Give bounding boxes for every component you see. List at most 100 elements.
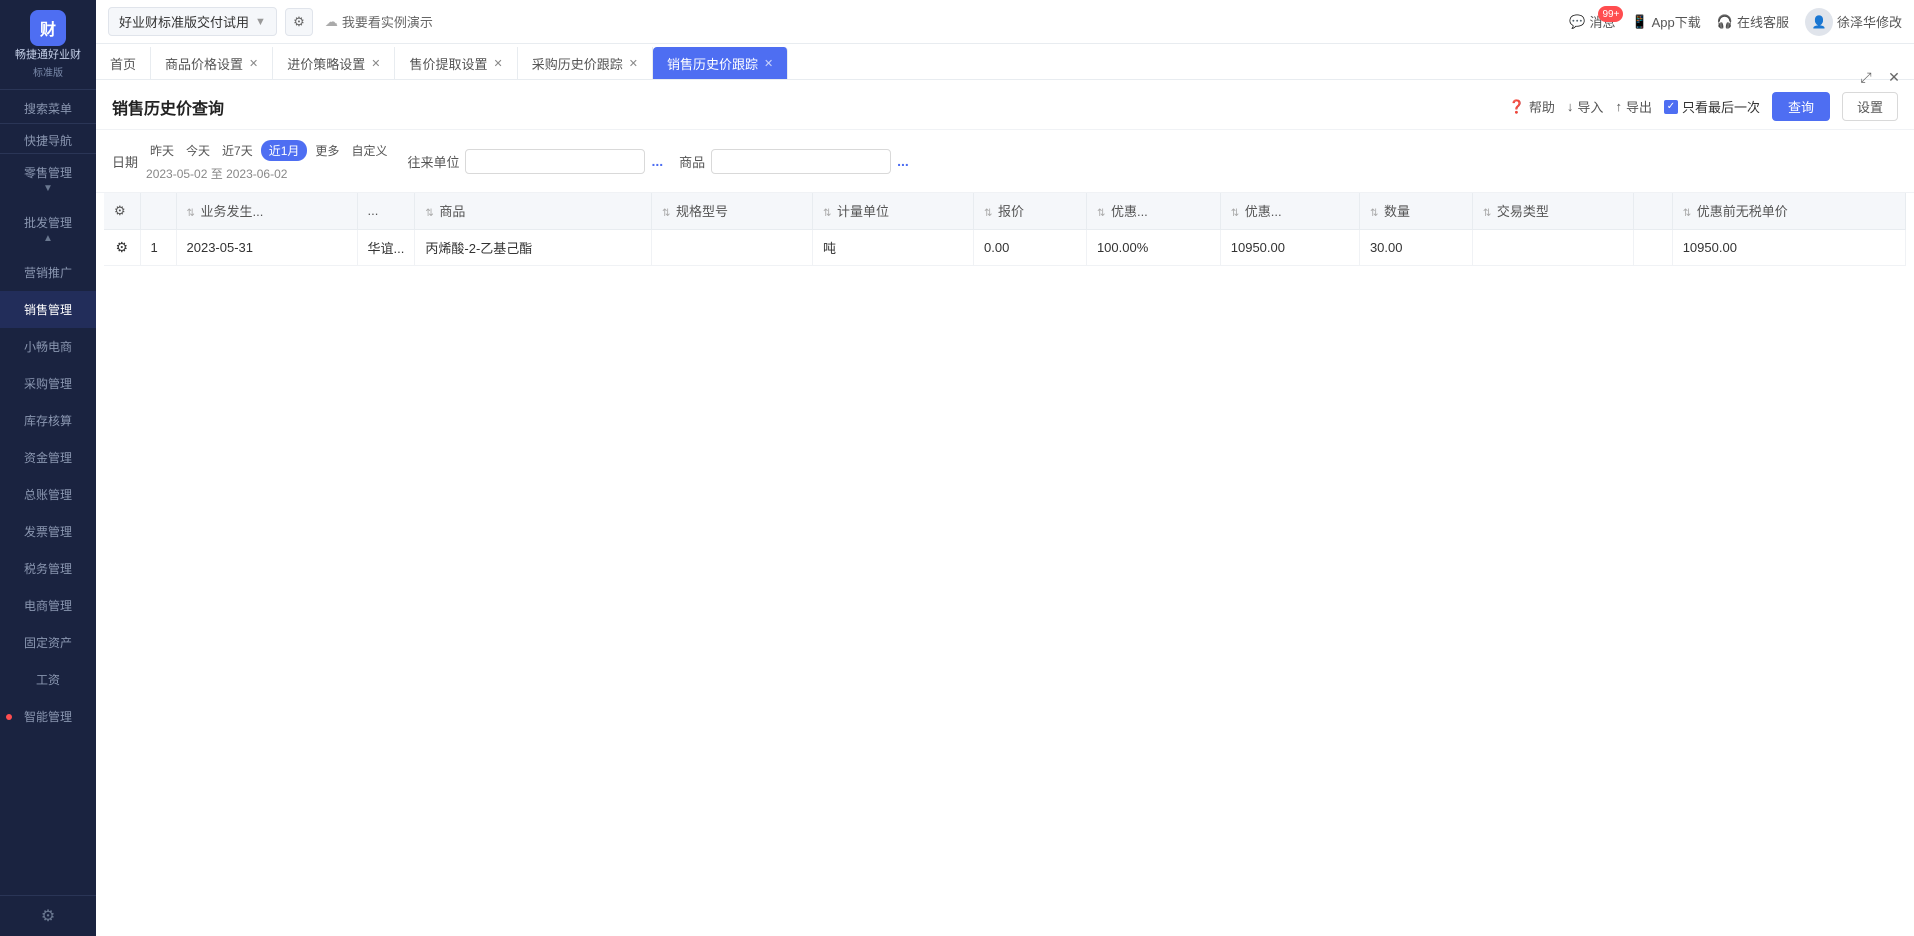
date-filter-group: 日期 昨天 今天 近7天 近1月 更多 自定义 2023-05-02 至 202… bbox=[112, 140, 391, 182]
col-date[interactable]: ⇅ 业务发生... bbox=[176, 193, 357, 229]
source-dots-button[interactable]: ... bbox=[651, 153, 663, 169]
col-spec[interactable]: ⇅ 规格型号 bbox=[652, 193, 813, 229]
export-icon: ↑ bbox=[1615, 99, 1622, 114]
export-button[interactable]: ↑ 导出 bbox=[1615, 97, 1652, 116]
col-trans-type[interactable]: ⇅ 交易类型 bbox=[1472, 193, 1633, 229]
user-name: 徐泽华修改 bbox=[1837, 12, 1902, 31]
online-service-button[interactable]: 🎧 在线客服 bbox=[1717, 12, 1789, 31]
row-discount-rate: 100.00% bbox=[1086, 229, 1220, 265]
sidebar-item-tax[interactable]: 税务管理 bbox=[0, 550, 96, 587]
sort-icon: ⇅ bbox=[425, 208, 433, 219]
col-discount-amt-label: 优惠... bbox=[1245, 204, 1282, 219]
sidebar-item-label: 固定资产 bbox=[24, 634, 72, 651]
sidebar-item-marketing[interactable]: 营销推广 bbox=[0, 254, 96, 291]
date-option-custom[interactable]: 自定义 bbox=[347, 140, 391, 161]
col-quantity[interactable]: ⇅ 数量 bbox=[1359, 193, 1472, 229]
close-icon[interactable]: ✕ bbox=[764, 57, 773, 70]
import-icon: ↓ bbox=[1567, 99, 1574, 114]
sidebar-item-label: 采购管理 bbox=[24, 375, 72, 392]
tab-home[interactable]: 首页 bbox=[96, 47, 151, 79]
play-icon: ☁ bbox=[325, 14, 338, 30]
sidebar-item-smart[interactable]: 智能管理 bbox=[0, 698, 96, 735]
tab-product-price[interactable]: 商品价格设置 ✕ bbox=[151, 47, 273, 79]
row-price: 0.00 bbox=[974, 229, 1087, 265]
sidebar-item-label: 销售管理 bbox=[24, 301, 72, 318]
import-button[interactable]: ↓ 导入 bbox=[1567, 97, 1604, 116]
tab-sales-history[interactable]: 销售历史价跟踪 ✕ bbox=[653, 47, 788, 79]
col-unit[interactable]: ⇅ 计量单位 bbox=[813, 193, 974, 229]
sidebar-items: 零售管理 ▼ 批发管理 ▲ 营销推广 销售管理 小畅电商 采购管理 库存核算 资… bbox=[0, 154, 96, 895]
topbar: 好业财标准版交付试用 ▼ ⚙ ☁ 我要看实例演示 💬 消息 99+ 📱 App下… bbox=[96, 0, 1914, 44]
tab-purchase-history[interactable]: 采购历史价跟踪 ✕ bbox=[518, 47, 653, 79]
app-download-button[interactable]: 📱 App下载 bbox=[1631, 12, 1700, 31]
chevron-down-icon: ▼ bbox=[43, 183, 53, 194]
col-settings[interactable]: ⚙ bbox=[104, 193, 140, 229]
date-option-last7days[interactable]: 近7天 bbox=[218, 140, 257, 161]
column-settings-icon[interactable]: ⚙ bbox=[114, 203, 126, 218]
sidebar-item-payroll[interactable]: 工资 bbox=[0, 661, 96, 698]
sidebar-item-assets[interactable]: 固定资产 bbox=[0, 624, 96, 661]
row-product: 丙烯酸-2-乙基己酯 bbox=[415, 229, 652, 265]
col-price[interactable]: ⇅ 报价 bbox=[974, 193, 1087, 229]
quick-nav-label: 快捷导航 bbox=[24, 134, 72, 148]
user-menu[interactable]: 👤 徐泽华修改 bbox=[1805, 8, 1902, 36]
query-button[interactable]: 查询 bbox=[1772, 92, 1830, 121]
source-input[interactable] bbox=[465, 149, 645, 174]
sort-icon: ⇅ bbox=[1231, 208, 1239, 219]
row-extra: 华谊... bbox=[357, 229, 415, 265]
product-dots-button[interactable]: ... bbox=[897, 153, 909, 169]
sort-icon: ⇅ bbox=[1683, 208, 1691, 219]
sidebar-item-ecommerce-small[interactable]: 小畅电商 bbox=[0, 328, 96, 365]
headset-icon: 🎧 bbox=[1717, 14, 1733, 30]
close-icon[interactable]: ✕ bbox=[371, 57, 380, 70]
date-range-display: 2023-05-02 至 2023-06-02 bbox=[146, 165, 391, 182]
row-settings[interactable]: ⚙ bbox=[104, 229, 140, 265]
tab-label: 采购历史价跟踪 bbox=[532, 54, 623, 73]
date-option-more[interactable]: 更多 bbox=[311, 140, 343, 161]
tab-purchase-strategy[interactable]: 进价策略设置 ✕ bbox=[273, 47, 395, 79]
sidebar-item-inventory[interactable]: 库存核算 bbox=[0, 402, 96, 439]
sidebar-search[interactable]: 搜索菜单 bbox=[0, 90, 96, 124]
date-option-today[interactable]: 今天 bbox=[182, 140, 214, 161]
product-input[interactable] bbox=[711, 149, 891, 174]
settings-icon: ⚙ bbox=[293, 14, 305, 30]
sidebar-item-finance[interactable]: 资金管理 bbox=[0, 439, 96, 476]
maximize-panel-button[interactable]: ⤢ bbox=[1852, 63, 1880, 91]
col-discount-rate[interactable]: ⇅ 优惠... bbox=[1086, 193, 1220, 229]
sidebar-item-general-ledger[interactable]: 总账管理 bbox=[0, 476, 96, 513]
sidebar: 财 畅捷通好业财 标准版 搜索菜单 快捷导航 零售管理 ▼ 批发管理 ▲ 营销推… bbox=[0, 0, 96, 936]
sidebar-item-wholesale[interactable]: 批发管理 ▲ bbox=[0, 204, 96, 254]
sidebar-item-ecommerce[interactable]: 电商管理 bbox=[0, 587, 96, 624]
help-button[interactable]: ❓ 帮助 bbox=[1509, 97, 1555, 116]
col-product[interactable]: ⇅ 商品 bbox=[415, 193, 652, 229]
topbar-settings-button[interactable]: ⚙ bbox=[285, 8, 313, 36]
only-last-checkbox[interactable]: ✓ 只看最后一次 bbox=[1664, 97, 1760, 116]
sidebar-quick-nav[interactable]: 快捷导航 bbox=[0, 124, 96, 154]
date-option-yesterday[interactable]: 昨天 bbox=[146, 140, 178, 161]
sidebar-item-purchase[interactable]: 采购管理 bbox=[0, 365, 96, 402]
col-discount-amt[interactable]: ⇅ 优惠... bbox=[1220, 193, 1359, 229]
close-icon[interactable]: ✕ bbox=[494, 57, 503, 70]
demo-link[interactable]: ☁ 我要看实例演示 bbox=[325, 12, 433, 31]
col-pretax-price[interactable]: ⇅ 优惠前无税单价 bbox=[1672, 193, 1905, 229]
settings-button[interactable]: 设置 bbox=[1842, 92, 1898, 121]
close-icon[interactable]: ✕ bbox=[249, 57, 258, 70]
module-select[interactable]: 好业财标准版交付试用 ▼ bbox=[108, 7, 277, 36]
product-filter-group: 商品 ... bbox=[679, 149, 909, 174]
tab-price-extract[interactable]: 售价提取设置 ✕ bbox=[395, 47, 517, 79]
module-label: 好业财标准版交付试用 bbox=[119, 12, 249, 31]
logo-sub: 标准版 bbox=[33, 64, 63, 79]
date-option-last1month[interactable]: 近1月 bbox=[261, 140, 308, 161]
close-icon[interactable]: ✕ bbox=[629, 57, 638, 70]
col-extra[interactable]: ... bbox=[357, 193, 415, 229]
settings-icon[interactable]: ⚙ bbox=[41, 908, 55, 925]
source-label: 往来单位 bbox=[407, 152, 459, 171]
sidebar-item-retail[interactable]: 零售管理 ▼ bbox=[0, 154, 96, 204]
sidebar-item-invoice[interactable]: 发票管理 bbox=[0, 513, 96, 550]
app-download-label: App下载 bbox=[1652, 12, 1701, 31]
sidebar-item-label: 零售管理 bbox=[24, 164, 72, 181]
close-panel-button[interactable]: ✕ bbox=[1880, 63, 1908, 91]
sidebar-item-sales[interactable]: 销售管理 bbox=[0, 291, 96, 328]
message-button[interactable]: 💬 消息 99+ bbox=[1569, 12, 1615, 31]
sidebar-bottom[interactable]: ⚙ bbox=[0, 895, 96, 936]
